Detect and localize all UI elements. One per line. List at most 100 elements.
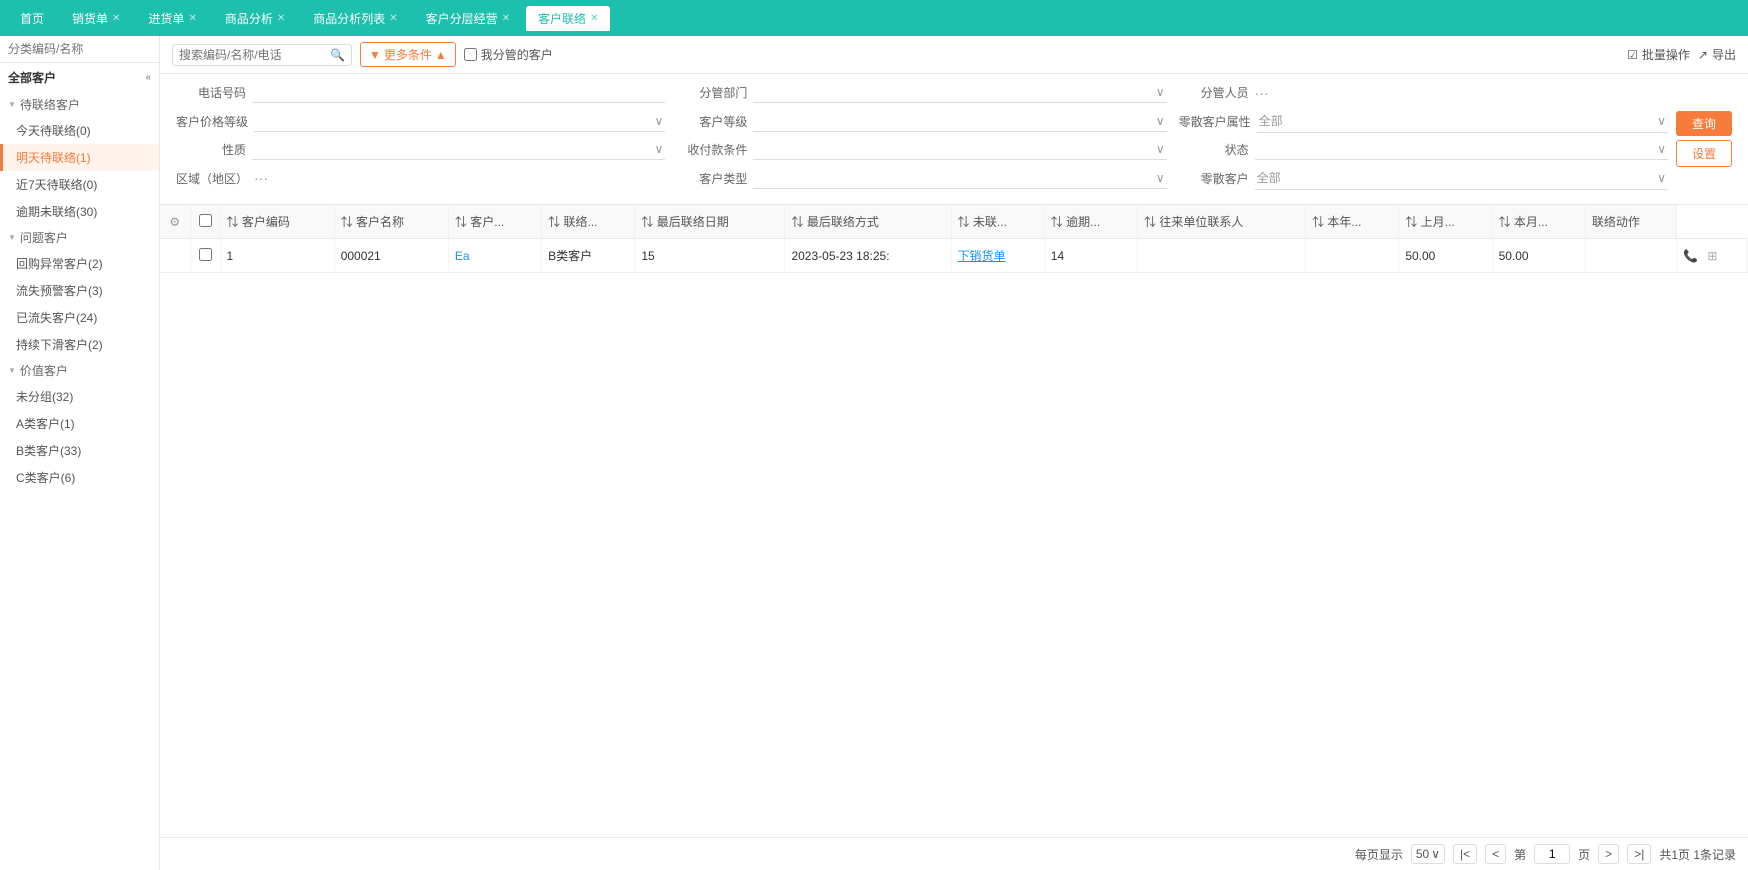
first-page-button[interactable]: |< xyxy=(1453,844,1477,864)
adv-select-payment[interactable]: ∨ xyxy=(753,139,1166,160)
batch-operations-button[interactable]: ☑ 批量操作 xyxy=(1627,46,1690,63)
sort-icon[interactable]: ⇅ xyxy=(1051,215,1063,229)
select-all-checkbox[interactable] xyxy=(199,214,212,227)
sidebar-group-pending-contact[interactable]: 待联络客户 xyxy=(0,92,159,117)
close-icon[interactable]: ✕ xyxy=(389,13,397,24)
adv-select-dept[interactable]: ∨ xyxy=(753,82,1166,103)
main-search-input[interactable] xyxy=(179,48,326,62)
adv-select-retail[interactable]: 全部 ∨ xyxy=(1255,166,1668,190)
nav-home[interactable]: 首页 xyxy=(8,6,56,31)
row-last-contact-method[interactable]: 下销货单 xyxy=(951,239,1044,273)
next-page-button[interactable]: > xyxy=(1598,844,1619,864)
action-phone-icon[interactable]: 📞 xyxy=(1683,249,1698,263)
sidebar-item-overdue-contact[interactable]: 逾期未联络(30) xyxy=(0,198,159,225)
last-page-button[interactable]: >| xyxy=(1627,844,1651,864)
nav-product-analysis-list[interactable]: 商品分析列表 ✕ xyxy=(301,6,409,31)
nav-sales-order[interactable]: 销货单 ✕ xyxy=(60,6,132,31)
row-checkbox[interactable] xyxy=(190,239,220,273)
all-customers-header[interactable]: 全部客户 « xyxy=(0,63,159,92)
table-header-gear[interactable]: ⚙ xyxy=(160,205,190,239)
sort-icon[interactable]: ⇅ xyxy=(1144,215,1156,229)
nav-product-analysis[interactable]: 商品分析 ✕ xyxy=(213,6,297,31)
sidebar-item-churn-warning[interactable]: 流失预警客户(3) xyxy=(0,277,159,304)
row-overdue xyxy=(1138,239,1306,273)
sidebar-item-class-b[interactable]: B类客户(33) xyxy=(0,437,159,464)
adv-select-customer-type[interactable]: ∨ xyxy=(753,168,1166,189)
table-header-checkbox[interactable] xyxy=(190,205,220,239)
sort-icon[interactable]: ⇅ xyxy=(227,215,239,229)
nav-customer-contact[interactable]: 客户联络 ✕ xyxy=(526,6,610,31)
checkbox-icon: ☑ xyxy=(1627,48,1638,62)
sidebar-item-declining[interactable]: 持续下滑客户(2) xyxy=(0,331,159,358)
action-qr-icon[interactable]: ⊞ xyxy=(1707,249,1717,263)
export-button[interactable]: ↗ 导出 xyxy=(1698,46,1736,63)
adv-field-manager: 分管人员 ··· xyxy=(1179,84,1668,101)
row-actions[interactable]: 📞 ⊞ xyxy=(1677,239,1748,273)
row-seq: 1 xyxy=(220,239,334,273)
query-button[interactable]: 查询 xyxy=(1676,111,1732,136)
sidebar-item-unclassified[interactable]: 未分组(32) xyxy=(0,383,159,410)
nav-customer-stratification[interactable]: 客户分层经营 ✕ xyxy=(414,6,522,31)
row-this-month xyxy=(1585,239,1676,273)
sort-icon[interactable]: ⇅ xyxy=(341,215,353,229)
close-icon[interactable]: ✕ xyxy=(188,13,196,24)
row-last-contact-date: 2023-05-23 18:25: xyxy=(785,239,951,273)
page-number-input[interactable] xyxy=(1534,844,1570,864)
row-contact-person xyxy=(1306,239,1399,273)
row-name[interactable]: Ea xyxy=(448,239,541,273)
prev-page-button[interactable]: < xyxy=(1485,844,1506,864)
close-icon[interactable]: ✕ xyxy=(502,13,510,24)
sort-icon[interactable]: ⇅ xyxy=(641,215,653,229)
more-conditions-button[interactable]: ▼ 更多条件 ▲ xyxy=(360,42,456,67)
total-label: 共1页 1条记录 xyxy=(1659,846,1736,863)
sort-icon[interactable]: ⇅ xyxy=(791,215,803,229)
sort-icon[interactable]: ⇅ xyxy=(1312,215,1324,229)
nav-purchase-order[interactable]: 进货单 ✕ xyxy=(136,6,208,31)
sidebar-item-today-pending[interactable]: 今天待联络(0) xyxy=(0,117,159,144)
sort-icon[interactable]: ⇅ xyxy=(1405,215,1417,229)
table-header-this-year: ⇅ 本年... xyxy=(1306,205,1399,239)
sidebar-item-class-c[interactable]: C类客户(6) xyxy=(0,464,159,491)
adv-select-status[interactable]: ∨ xyxy=(1255,139,1668,160)
sidebar-group-problem-customers[interactable]: 问题客户 xyxy=(0,225,159,250)
main-search-box[interactable]: 🔍 xyxy=(172,44,352,66)
adv-field-dept: 分管部门 ∨ xyxy=(677,82,1166,103)
adv-label-retail-attr: 零散客户属性 xyxy=(1179,113,1251,130)
table-header-uncontacted: ⇅ 未联... xyxy=(951,205,1044,239)
adv-input-phone[interactable] xyxy=(252,82,665,103)
close-icon[interactable]: ✕ xyxy=(277,13,285,24)
group-label: 待联络客户 xyxy=(20,96,80,113)
adv-select-customer-level[interactable]: ∨ xyxy=(753,111,1166,132)
sort-icon[interactable]: ⇅ xyxy=(455,215,467,229)
my-customers-check[interactable] xyxy=(464,48,477,61)
sort-icon[interactable]: ⇅ xyxy=(958,215,970,229)
sort-icon[interactable]: ⇅ xyxy=(1499,215,1511,229)
chevron-down-icon: ∨ xyxy=(655,142,664,156)
table-header-code: ⇅ 客户编码 xyxy=(220,205,334,239)
search-icon[interactable]: 🔍 xyxy=(330,48,345,62)
sidebar-item-tomorrow-pending[interactable]: 明天待联络(1) xyxy=(0,144,159,171)
sidebar-group-value-customers[interactable]: 价值客户 xyxy=(0,358,159,383)
sidebar-search-input[interactable] xyxy=(8,42,160,56)
adv-select-price-level[interactable]: ∨ xyxy=(254,111,665,132)
adv-dots-manager[interactable]: ··· xyxy=(1255,85,1269,101)
adv-label-customer-type: 客户类型 xyxy=(677,170,747,187)
adv-select-retail-attr[interactable]: 全部 ∨ xyxy=(1257,109,1668,133)
adv-dots-region[interactable]: ··· xyxy=(254,170,268,186)
sort-icon[interactable]: ⇅ xyxy=(548,215,560,229)
sidebar-item-churned[interactable]: 已流失客户(24) xyxy=(0,304,159,331)
sidebar: 🔍 全部客户 « 待联络客户 今天待联络(0) 明天待联络(1) 近7天待联络(… xyxy=(0,36,160,870)
sidebar-item-repurchase-abnormal[interactable]: 回购异常客户(2) xyxy=(0,250,159,277)
sidebar-item-7days-pending[interactable]: 近7天待联络(0) xyxy=(0,171,159,198)
adv-select-nature[interactable]: ∨ xyxy=(252,139,665,160)
settings-button[interactable]: 设置 xyxy=(1676,140,1732,167)
table-header-actions: 联络动作 xyxy=(1585,205,1676,239)
page-size-selector[interactable]: 50 ∨ xyxy=(1411,844,1445,864)
close-icon[interactable]: ✕ xyxy=(112,13,120,24)
row-gear xyxy=(160,239,190,273)
adv-field-retail-attr: 零散客户属性 全部 ∨ xyxy=(1179,109,1668,133)
sidebar-item-class-a[interactable]: A类客户(1) xyxy=(0,410,159,437)
row-select-checkbox[interactable] xyxy=(199,248,212,261)
close-icon[interactable]: ✕ xyxy=(590,13,598,24)
my-customers-checkbox[interactable]: 我分管的客户 xyxy=(464,46,553,63)
